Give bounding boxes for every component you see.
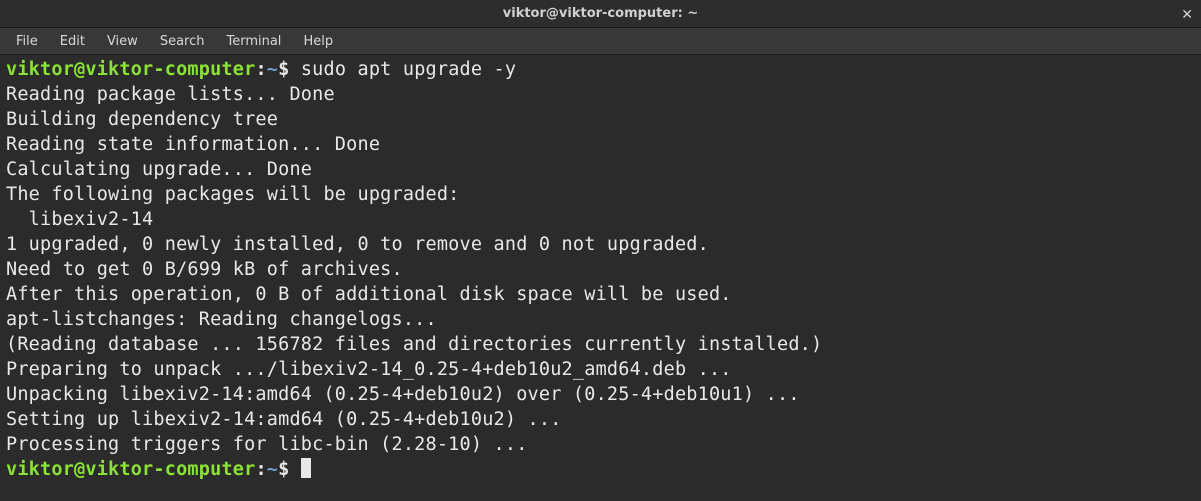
output-line: Reading state information... Done bbox=[6, 134, 380, 155]
prompt-user-host: viktor@viktor-computer bbox=[6, 59, 255, 80]
close-icon[interactable]: ✕ bbox=[1181, 7, 1193, 21]
output-line: After this operation, 0 B of additional … bbox=[6, 284, 732, 305]
output-line: Preparing to unpack .../libexiv2-14_0.25… bbox=[6, 359, 732, 380]
prompt-colon: : bbox=[255, 59, 266, 80]
window-titlebar: viktor@viktor-computer: ~ ✕ bbox=[0, 0, 1201, 28]
output-line: (Reading database ... 156782 files and d… bbox=[6, 334, 822, 355]
menu-edit[interactable]: Edit bbox=[50, 31, 95, 52]
menu-help[interactable]: Help bbox=[293, 31, 343, 52]
terminal-area[interactable]: viktor@viktor-computer:~$ sudo apt upgra… bbox=[0, 55, 1201, 488]
prompt-colon: : bbox=[255, 459, 266, 480]
command-text bbox=[289, 59, 300, 80]
output-line: Setting up libexiv2-14:amd64 (0.25-4+deb… bbox=[6, 409, 562, 430]
output-line: Calculating upgrade... Done bbox=[6, 159, 312, 180]
window-title: viktor@viktor-computer: ~ bbox=[503, 6, 698, 21]
menu-file[interactable]: File bbox=[6, 31, 48, 52]
output-line: The following packages will be upgraded: bbox=[6, 184, 460, 205]
menu-view[interactable]: View bbox=[97, 31, 148, 52]
menu-terminal[interactable]: Terminal bbox=[216, 31, 291, 52]
cursor bbox=[301, 458, 311, 478]
output-line: Building dependency tree bbox=[6, 109, 278, 130]
menubar: File Edit View Search Terminal Help bbox=[0, 28, 1201, 55]
prompt-path: ~ bbox=[267, 59, 278, 80]
prompt-user-host: viktor@viktor-computer bbox=[6, 459, 255, 480]
command-text: sudo apt upgrade -y bbox=[301, 59, 516, 80]
output-line: apt-listchanges: Reading changelogs... bbox=[6, 309, 437, 330]
prompt-path: ~ bbox=[267, 459, 278, 480]
output-line: Need to get 0 B/699 kB of archives. bbox=[6, 259, 403, 280]
prompt-symbol: $ bbox=[278, 459, 289, 480]
output-line: libexiv2-14 bbox=[6, 209, 153, 230]
prompt-symbol: $ bbox=[278, 59, 289, 80]
output-line: Unpacking libexiv2-14:amd64 (0.25-4+deb1… bbox=[6, 384, 800, 405]
output-line: Reading package lists... Done bbox=[6, 84, 335, 105]
output-line: 1 upgraded, 0 newly installed, 0 to remo… bbox=[6, 234, 709, 255]
menu-search[interactable]: Search bbox=[150, 31, 215, 52]
output-line: Processing triggers for libc-bin (2.28-1… bbox=[6, 434, 528, 455]
